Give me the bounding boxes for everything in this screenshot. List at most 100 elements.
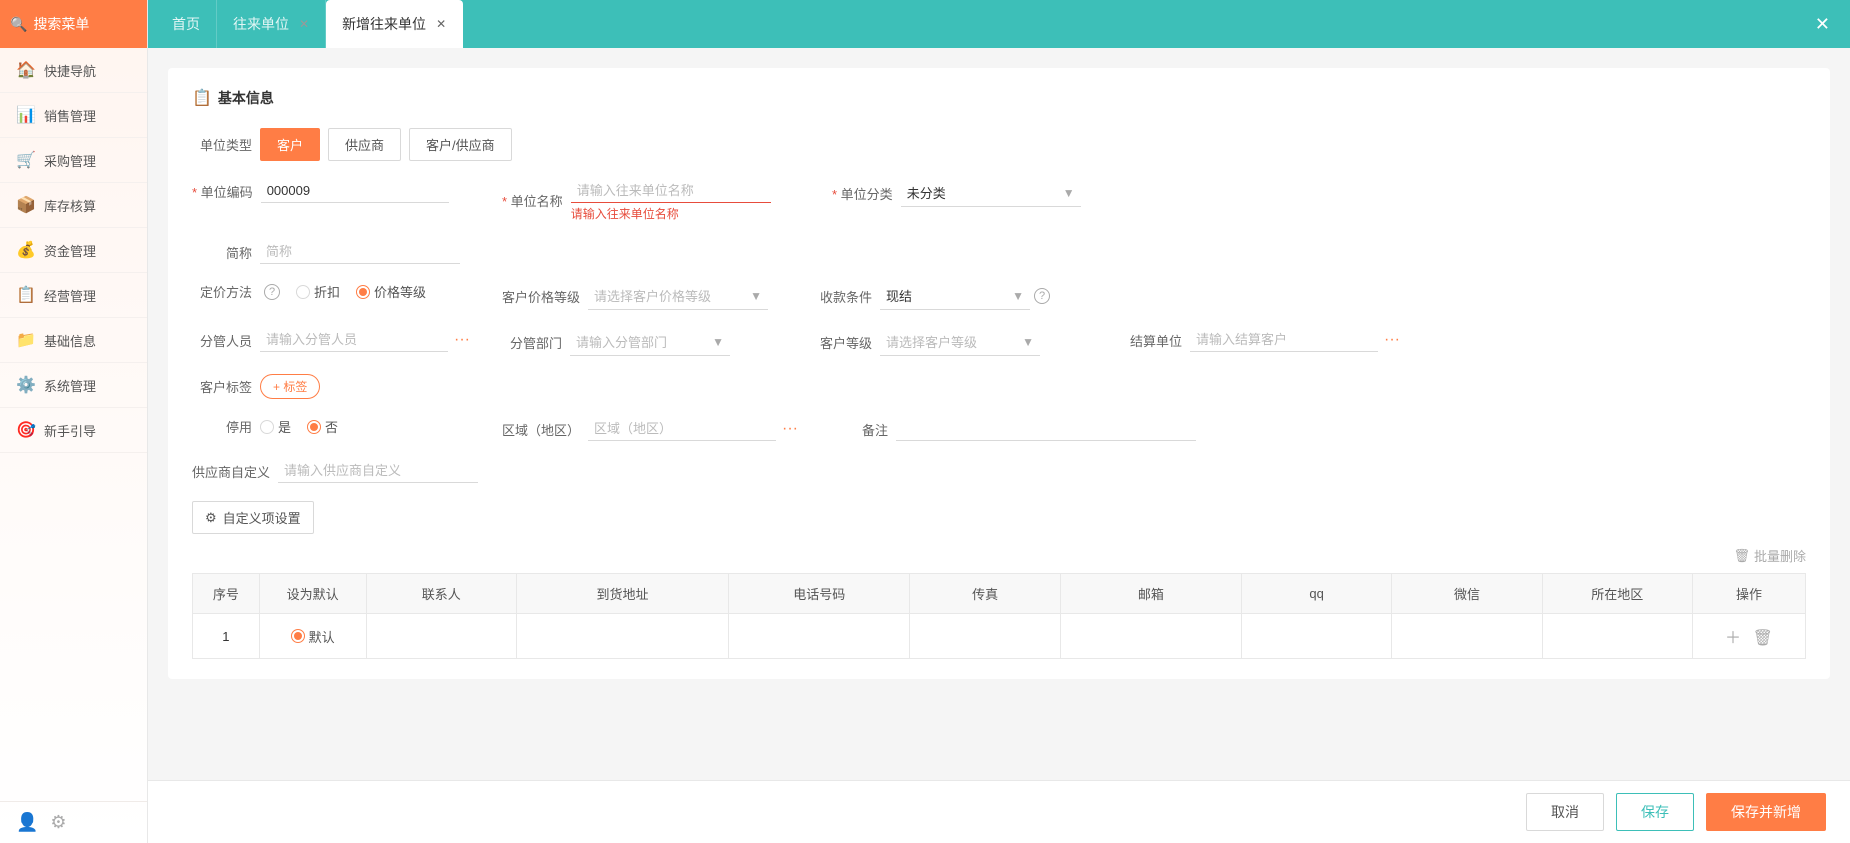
phone-input[interactable] [769,629,869,644]
custom-settings-button[interactable]: ⚙ 自定义项设置 [192,501,314,534]
name-group: 单位名称 请输入往来单位名称 [502,179,802,222]
disable-radios: 是 否 [260,417,338,436]
payment-terms-label: 收款条件 [812,287,872,306]
supplier-custom-input[interactable] [278,459,478,483]
sidebar-item-inventory[interactable]: 📦 库存核算 [0,183,147,228]
tab-new-contact[interactable]: 新增往来单位 ✕ [326,0,463,48]
manager-row: 分管人员 ··· 分管部门 请输入分管部门 ▼ 客户等级 请选择客户等级 ▼ [192,328,1806,356]
customer-level-select[interactable]: 请选择客户等级 ▼ [880,328,1040,356]
col-action: 操作 [1692,574,1805,614]
search-icon: 🔍 [10,16,27,33]
wechat-input[interactable] [1427,629,1507,644]
batch-delete-button[interactable]: 🗑 批量删除 [1733,546,1806,565]
user-icon[interactable]: 👤 [16,812,38,833]
add-tag-button[interactable]: + 标签 [260,374,320,399]
contact-input[interactable] [401,629,481,644]
payment-terms-select[interactable]: 现结 ▼ [880,282,1030,310]
gear-icon: ⚙️ [16,375,36,395]
customer-price-level-label: 客户价格等级 [502,287,580,306]
save-new-button[interactable]: 保存并新增 [1706,793,1826,831]
custom-settings-label: 自定义项设置 [223,508,301,527]
sidebar-item-label: 基础信息 [44,331,96,350]
pricing-row: 定价方法 ? 折扣 价格等级 客户价格等级 [192,282,1806,310]
category-select[interactable]: 未分类 ▼ [901,179,1081,207]
box-icon: 📦 [16,195,36,215]
tab-contacts-label: 往来单位 [233,14,289,34]
unit-type-label: 单位类型 [192,135,252,154]
type-btn-both[interactable]: 客户/供应商 [409,128,512,161]
customer-price-level-select[interactable]: 请选择客户价格等级 ▼ [588,282,768,310]
manager-input[interactable] [260,328,448,352]
add-row-icon[interactable]: ＋ [1721,630,1745,647]
pricing-discount-label: 折扣 [314,282,340,301]
delete-row-icon[interactable]: 🗑 [1749,630,1777,647]
cell-phone [729,614,910,659]
cancel-button[interactable]: 取消 [1526,793,1604,831]
payment-terms-help-icon[interactable]: ? [1034,288,1050,304]
region-input[interactable] [588,417,776,441]
unit-type-group: 单位类型 客户 供应商 客户/供应商 [192,128,512,161]
remark-group: 备注 [828,417,1196,441]
pricing-radio-level[interactable]: 价格等级 [356,282,426,301]
payment-terms-group: 收款条件 现结 ▼ ? [812,282,1092,310]
name-input[interactable] [571,179,771,203]
short-name-input[interactable] [260,240,460,264]
fax-input[interactable] [945,629,1025,644]
region-group: 区域（地区） ··· [502,417,798,441]
price-level-arrow-icon: ▼ [750,289,762,303]
pricing-radio-discount[interactable]: 折扣 [296,282,340,301]
qq-input[interactable] [1277,629,1357,644]
region-dots-icon[interactable]: ··· [782,420,798,438]
table-header-row: 序号 设为默认 联系人 到货地址 电话号码 传真 邮箱 qq 微信 所在地区 操… [193,574,1806,614]
settlement-unit-input[interactable] [1190,328,1378,352]
sidebar-item-purchase[interactable]: 🛒 采购管理 [0,138,147,183]
tab-home[interactable]: 首页 [156,0,217,48]
sidebar-item-label: 经营管理 [44,286,96,305]
col-seq: 序号 [193,574,260,614]
sidebar-item-operations[interactable]: 📋 经营管理 [0,273,147,318]
table-row: 1 默认 [193,614,1806,659]
remark-input[interactable] [896,417,1196,441]
disable-radio-no[interactable]: 否 [307,417,338,436]
col-fax: 传真 [910,574,1060,614]
row-region-input[interactable] [1577,629,1657,644]
name-label: 单位名称 [502,191,563,210]
tab-new-contact-close[interactable]: ✕ [436,17,446,31]
sidebar-item-label: 销售管理 [44,106,96,125]
settings-icon[interactable]: ⚙ [50,812,66,833]
sidebar-item-system[interactable]: ⚙️ 系统管理 [0,363,147,408]
department-select[interactable]: 请输入分管部门 ▼ [570,328,730,356]
manager-dots-icon[interactable]: ··· [454,331,470,349]
pricing-help-icon[interactable]: ? [264,284,280,300]
email-input[interactable] [1101,629,1201,644]
sidebar-item-finance[interactable]: 💰 资金管理 [0,228,147,273]
sidebar-item-quick-nav[interactable]: 🏠 快捷导航 [0,48,147,93]
disable-no-circle [307,420,321,434]
disable-radio-yes[interactable]: 是 [260,417,291,436]
settlement-unit-dots-icon[interactable]: ··· [1384,331,1400,349]
sidebar: 🔍 搜索菜单 🏠 快捷导航 📊 销售管理 🛒 采购管理 📦 库存核算 💰 资金管… [0,0,148,843]
page-content: 📋 基本信息 单位类型 客户 供应商 客户/供应商 单位编码 [148,48,1850,780]
sidebar-item-guide[interactable]: 🎯 新手引导 [0,408,147,453]
tab-contacts[interactable]: 往来单位 ✕ [217,0,326,48]
sidebar-item-sales[interactable]: 📊 销售管理 [0,93,147,138]
type-btn-supplier[interactable]: 供应商 [328,128,401,161]
search-menu[interactable]: 🔍 搜索菜单 [0,0,147,48]
category-value: 未分类 [907,183,946,202]
sidebar-item-label: 采购管理 [44,151,96,170]
save-button[interactable]: 保存 [1616,793,1694,831]
department-arrow-icon: ▼ [712,335,724,349]
sidebar-item-label: 库存核算 [44,196,96,215]
name-field-wrap: 请输入往来单位名称 [571,179,771,222]
batch-delete-icon: 🗑 [1733,548,1750,564]
default-radio[interactable]: 默认 [291,627,335,646]
tab-contacts-close[interactable]: ✕ [299,17,309,31]
batch-delete-label: 批量删除 [1754,546,1806,565]
disable-group: 停用 是 否 [192,417,472,436]
code-input[interactable] [261,179,449,203]
supplier-custom-row: 供应商自定义 [192,459,1806,483]
type-btn-customer[interactable]: 客户 [260,128,320,161]
address-input[interactable] [563,629,683,644]
sidebar-item-basic-info[interactable]: 📁 基础信息 [0,318,147,363]
window-close-icon[interactable]: ✕ [1803,14,1842,35]
